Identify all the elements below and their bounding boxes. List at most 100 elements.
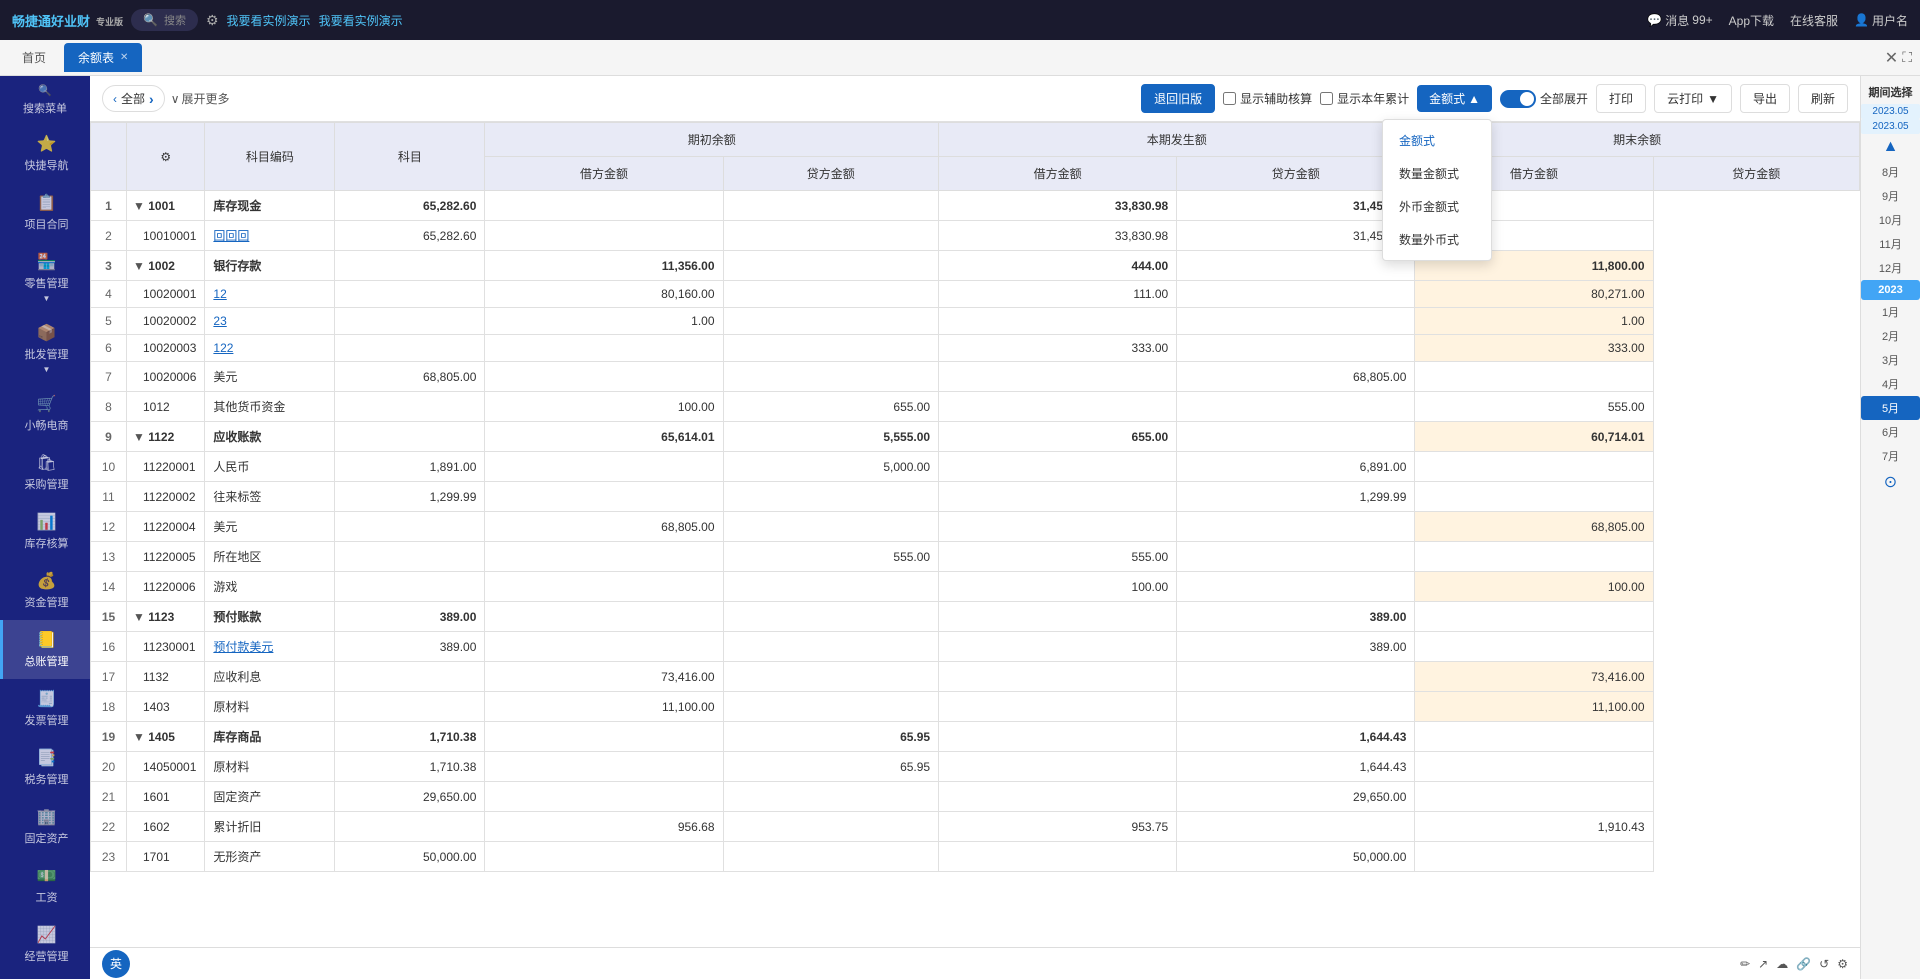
period-month-1[interactable]: 1月: [1861, 300, 1920, 324]
mode-amount[interactable]: 金额式: [1383, 124, 1491, 157]
app-download-btn[interactable]: App下载: [1729, 12, 1774, 29]
period-month-11[interactable]: 11月: [1861, 232, 1920, 256]
demo-link[interactable]: 我要看实例演示: [227, 12, 311, 29]
show-auxiliary-check[interactable]: 显示辅助核算: [1223, 90, 1312, 107]
collapse-icon[interactable]: ▼: [133, 199, 148, 213]
cell-name: 美元: [205, 362, 335, 392]
cell-curr-debit: [723, 335, 939, 362]
cell-curr-debit: [723, 191, 939, 221]
expand-all-switch[interactable]: [1500, 90, 1536, 108]
tab-balance-close[interactable]: ✕: [120, 52, 128, 63]
bottom-search-icon[interactable]: ↗: [1758, 957, 1768, 971]
period-up-arrow[interactable]: ▲: [1879, 134, 1903, 160]
notification-btn[interactable]: 💬 消息 99+: [1647, 12, 1712, 29]
name-link[interactable]: 122: [213, 341, 233, 355]
period-month-4[interactable]: 4月: [1861, 372, 1920, 396]
tab-balance[interactable]: 余额表 ✕: [64, 43, 142, 72]
collapse-icon[interactable]: ▼: [133, 259, 148, 273]
cell-code: ▼ 1122: [127, 422, 205, 452]
sidebar-item-finance[interactable]: 💰 资金管理: [0, 561, 90, 620]
cloud-print-arrow: ▼: [1707, 92, 1719, 106]
sidebar-item-assets[interactable]: 🏢 固定资产: [0, 797, 90, 856]
sidebar-item-invoice[interactable]: 🧾 发票管理: [0, 679, 90, 738]
mode-btn[interactable]: 金额式 ▲: [1417, 85, 1492, 112]
collapse-icon[interactable]: ▼: [133, 430, 148, 444]
sidebar-item-project[interactable]: 📋 项目合同: [0, 183, 90, 242]
expand-all-toggle[interactable]: 全部展开: [1500, 90, 1588, 108]
settings-icon[interactable]: ⚙: [206, 12, 219, 29]
name-text: 应收账款: [213, 430, 261, 444]
cell-name[interactable]: 122: [205, 335, 335, 362]
sidebar-item-salary[interactable]: 💵 工资: [0, 856, 90, 915]
period-month-6[interactable]: 6月: [1861, 420, 1920, 444]
sidebar-search[interactable]: 🔍 搜索菜单: [0, 76, 90, 124]
sidebar-item-tax[interactable]: 📑 税务管理: [0, 738, 90, 797]
sidebar-item-quick-nav[interactable]: ⭐ 快捷导航: [0, 124, 90, 183]
period-down-arrow[interactable]: ⊙: [1880, 468, 1901, 496]
bottom-link-icon[interactable]: 🔗: [1796, 957, 1811, 971]
sidebar-item-ledger[interactable]: 📒 总账管理: [0, 620, 90, 679]
user-menu[interactable]: 👤 用户名: [1854, 12, 1908, 29]
export-label: 导出: [1753, 90, 1777, 107]
return-old-btn[interactable]: 退回旧版: [1141, 84, 1215, 113]
sidebar-item-retail[interactable]: 🏪 零售管理 ▼: [0, 242, 90, 313]
sidebar-item-ecommerce[interactable]: 🛒 小畅电商: [0, 384, 90, 443]
show-annual-check[interactable]: 显示本年累计: [1320, 90, 1409, 107]
cell-code: ▼ 1002: [127, 251, 205, 281]
period-month-9[interactable]: 9月: [1861, 184, 1920, 208]
search-bar[interactable]: 🔍 搜索: [131, 9, 198, 31]
mode-qty-amount[interactable]: 数量金额式: [1383, 157, 1491, 190]
cloud-print-btn[interactable]: 云打印 ▼: [1654, 84, 1732, 113]
collapse-icon[interactable]: ▼: [133, 730, 148, 744]
th-settings[interactable]: ⚙: [127, 123, 205, 191]
cell-name[interactable]: 12: [205, 281, 335, 308]
bottom-edit-icon[interactable]: ✏: [1740, 957, 1750, 971]
online-service-btn[interactable]: 在线客服: [1790, 12, 1838, 29]
print-btn[interactable]: 打印: [1596, 84, 1646, 113]
expand-label: 展开更多: [181, 90, 229, 107]
expand-more-btn[interactable]: ∨ 展开更多: [171, 90, 230, 107]
search-text: 搜索: [164, 12, 186, 28]
name-link[interactable]: 回回回: [213, 229, 249, 243]
nav-select[interactable]: ‹ 全部 ›: [102, 85, 165, 112]
tab-home[interactable]: 首页: [8, 43, 60, 72]
top-bar-right: 💬 消息 99+ App下载 在线客服 👤 用户名: [1647, 12, 1908, 29]
sidebar-item-sales[interactable]: 📝 小畅报销: [0, 974, 90, 979]
collapse-icon[interactable]: ▼: [133, 610, 148, 624]
period-month-7[interactable]: 7月: [1861, 444, 1920, 468]
cell-rownum: 1: [91, 191, 127, 221]
export-btn[interactable]: 导出: [1740, 84, 1790, 113]
period-month-2[interactable]: 2月: [1861, 324, 1920, 348]
period-month-3[interactable]: 3月: [1861, 348, 1920, 372]
mode-foreign-amount[interactable]: 外币金额式: [1383, 190, 1491, 223]
refresh-btn[interactable]: 刷新: [1798, 84, 1848, 113]
chat-btn[interactable]: 英: [102, 950, 130, 978]
name-link[interactable]: 23: [213, 314, 226, 328]
sidebar-item-operation[interactable]: 📈 经营管理: [0, 915, 90, 974]
bottom-settings-icon[interactable]: ⚙: [1837, 957, 1848, 971]
tab-bar-close-icon[interactable]: ✕: [1885, 48, 1898, 68]
sidebar-item-purchase[interactable]: 🛍 采购管理: [0, 443, 90, 502]
name-link[interactable]: 12: [213, 287, 226, 301]
sidebar-item-inventory[interactable]: 📊 库存核算: [0, 502, 90, 561]
tab-bar-expand-icon[interactable]: ⛶: [1902, 49, 1912, 66]
bottom-undo-icon[interactable]: ↺: [1819, 957, 1829, 971]
period-month-10[interactable]: 10月: [1861, 208, 1920, 232]
cell-name[interactable]: 预付款美元: [205, 632, 335, 662]
demo-text[interactable]: 我要看实例演示: [319, 12, 403, 29]
mode-label: 金额式: [1429, 90, 1465, 107]
app-edition: 专业版: [96, 15, 123, 28]
cell-name[interactable]: 23: [205, 308, 335, 335]
cell-rownum: 6: [91, 335, 127, 362]
annual-checkbox[interactable]: [1320, 92, 1333, 105]
cell-name[interactable]: 回回回: [205, 221, 335, 251]
bottom-cloud-icon[interactable]: ☁: [1776, 957, 1788, 971]
auxiliary-checkbox[interactable]: [1223, 92, 1236, 105]
period-month-8[interactable]: 8月: [1861, 160, 1920, 184]
cell-curr-debit: [723, 572, 939, 602]
mode-qty-foreign[interactable]: 数量外币式: [1383, 223, 1491, 256]
name-link[interactable]: 预付款美元: [213, 640, 273, 654]
period-month-12[interactable]: 12月: [1861, 256, 1920, 280]
sidebar-item-wholesale[interactable]: 📦 批发管理 ▼: [0, 313, 90, 384]
period-month-5[interactable]: 5月: [1861, 396, 1920, 420]
